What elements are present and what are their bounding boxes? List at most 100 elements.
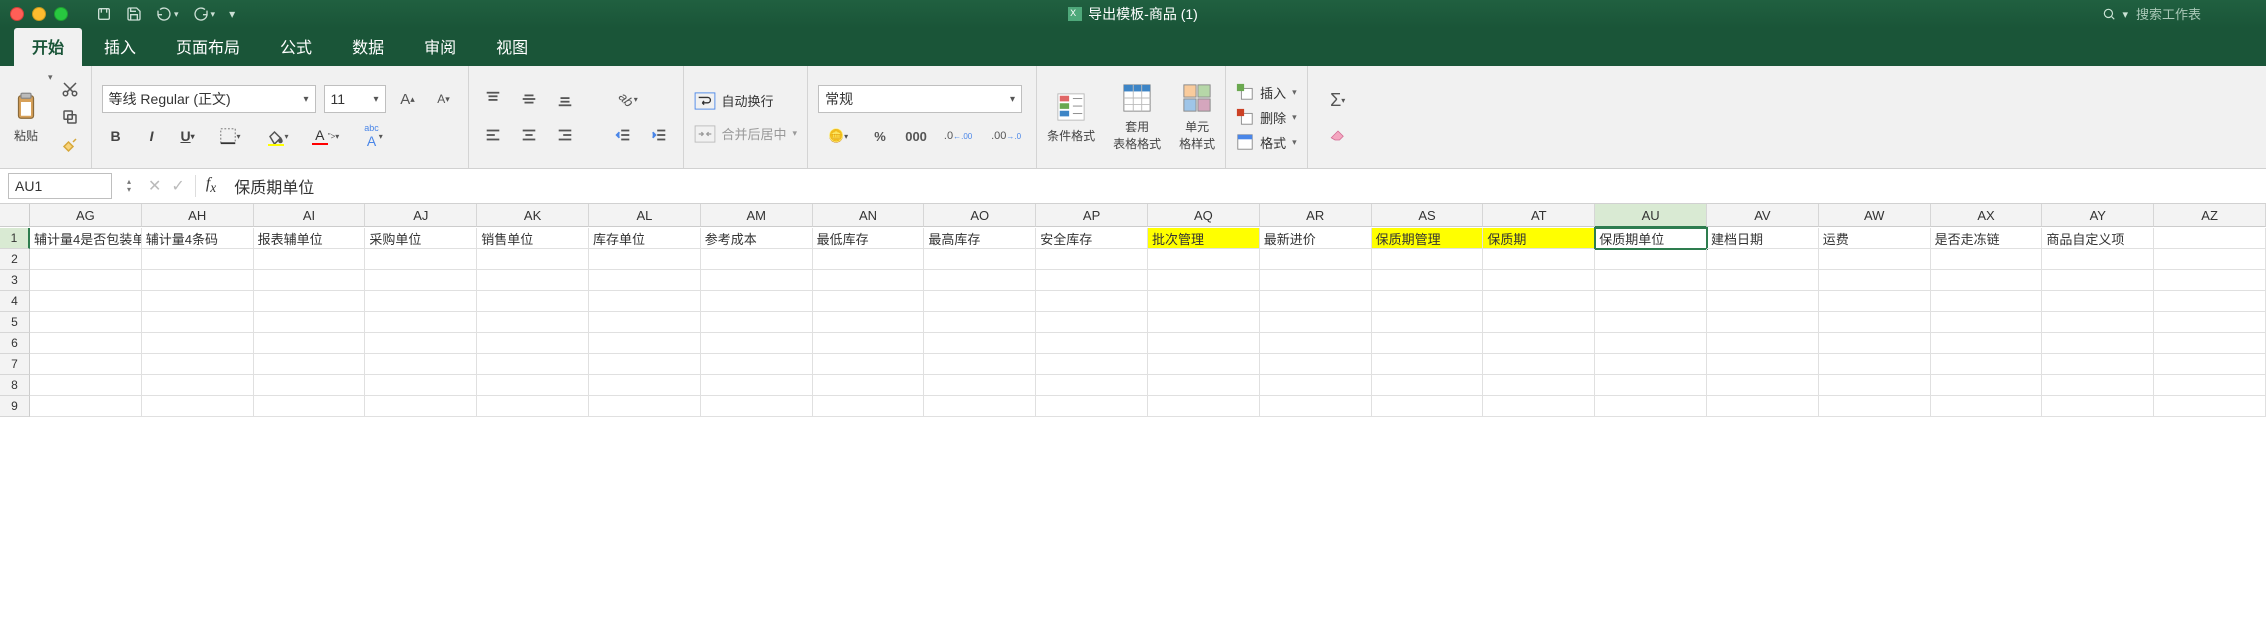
cell[interactable] bbox=[1036, 333, 1148, 354]
cell[interactable] bbox=[30, 270, 142, 291]
cell[interactable] bbox=[2154, 228, 2266, 249]
cell[interactable] bbox=[365, 249, 477, 270]
row-header[interactable]: 9 bbox=[0, 396, 30, 417]
insert-cells-button[interactable]: 插入 ▾ bbox=[1236, 83, 1297, 102]
decrease-font-button[interactable]: A▾ bbox=[430, 86, 458, 112]
cell[interactable]: 采购单位 bbox=[365, 228, 477, 249]
cell[interactable] bbox=[2042, 291, 2154, 312]
cell[interactable] bbox=[1372, 312, 1484, 333]
zoom-window-button[interactable] bbox=[54, 7, 68, 21]
column-header[interactable]: AK bbox=[477, 204, 589, 227]
row-header[interactable]: 4 bbox=[0, 291, 30, 312]
cell[interactable] bbox=[1372, 354, 1484, 375]
cell[interactable] bbox=[2154, 312, 2266, 333]
cell[interactable] bbox=[589, 270, 701, 291]
cell[interactable] bbox=[1931, 333, 2043, 354]
italic-button[interactable]: I bbox=[138, 123, 166, 149]
cell[interactable] bbox=[813, 333, 925, 354]
minimize-window-button[interactable] bbox=[32, 7, 46, 21]
cell[interactable]: 最低库存 bbox=[813, 228, 925, 249]
cell[interactable] bbox=[2042, 354, 2154, 375]
cell[interactable] bbox=[477, 312, 589, 333]
border-button[interactable]: ▾ bbox=[210, 123, 250, 149]
customize-qat-icon[interactable]: ▾ bbox=[229, 7, 235, 21]
cell[interactable] bbox=[589, 354, 701, 375]
cell[interactable] bbox=[30, 312, 142, 333]
cell[interactable] bbox=[1819, 333, 1931, 354]
cell[interactable] bbox=[142, 312, 254, 333]
cell[interactable] bbox=[701, 354, 813, 375]
cell[interactable] bbox=[142, 375, 254, 396]
cell[interactable] bbox=[813, 270, 925, 291]
cell[interactable] bbox=[142, 396, 254, 417]
cell-styles-button[interactable]: 单元 格样式 bbox=[1179, 82, 1215, 152]
cell[interactable] bbox=[1707, 375, 1819, 396]
percent-button[interactable]: % bbox=[866, 123, 894, 149]
cell[interactable] bbox=[924, 354, 1036, 375]
cell[interactable] bbox=[254, 354, 366, 375]
cell[interactable] bbox=[924, 312, 1036, 333]
cell[interactable] bbox=[2042, 375, 2154, 396]
delete-cells-button[interactable]: 删除 ▾ bbox=[1236, 108, 1297, 127]
cell[interactable] bbox=[1483, 375, 1595, 396]
cell[interactable] bbox=[924, 291, 1036, 312]
autosave-icon[interactable] bbox=[96, 6, 112, 22]
cell[interactable] bbox=[1707, 396, 1819, 417]
cell[interactable] bbox=[142, 354, 254, 375]
align-left-button[interactable] bbox=[479, 122, 507, 148]
select-all-corner[interactable] bbox=[0, 204, 30, 227]
cell[interactable] bbox=[589, 375, 701, 396]
column-header[interactable]: AU bbox=[1595, 204, 1707, 228]
cell[interactable] bbox=[813, 312, 925, 333]
column-header[interactable]: AJ bbox=[365, 204, 477, 227]
cell[interactable] bbox=[254, 312, 366, 333]
cell[interactable] bbox=[142, 270, 254, 291]
cell[interactable] bbox=[142, 249, 254, 270]
cell[interactable] bbox=[1931, 312, 2043, 333]
phonetic-guide-button[interactable]: abcA ▾ bbox=[354, 123, 394, 149]
wrap-text-button[interactable]: 自动换行 bbox=[694, 91, 798, 110]
row-header[interactable]: 7 bbox=[0, 354, 30, 375]
cell[interactable] bbox=[1931, 375, 2043, 396]
cell[interactable] bbox=[477, 354, 589, 375]
cell[interactable] bbox=[1372, 270, 1484, 291]
cell[interactable] bbox=[1931, 291, 2043, 312]
column-header[interactable]: AR bbox=[1260, 204, 1372, 227]
cell[interactable] bbox=[1036, 312, 1148, 333]
fill-color-button[interactable]: ▾ bbox=[258, 123, 298, 149]
cell[interactable] bbox=[254, 291, 366, 312]
cell[interactable] bbox=[2042, 396, 2154, 417]
column-header[interactable]: AY bbox=[2042, 204, 2154, 227]
cell[interactable] bbox=[365, 312, 477, 333]
row-header[interactable]: 2 bbox=[0, 249, 30, 270]
cell[interactable] bbox=[813, 375, 925, 396]
bold-button[interactable]: B bbox=[102, 123, 130, 149]
cell[interactable]: 是否走冻链 bbox=[1931, 228, 2043, 249]
column-header[interactable]: AM bbox=[701, 204, 813, 227]
column-header[interactable]: AX bbox=[1931, 204, 2043, 227]
cell[interactable] bbox=[365, 396, 477, 417]
close-window-button[interactable] bbox=[10, 7, 24, 21]
cell[interactable]: 保质期 bbox=[1483, 228, 1595, 249]
cell[interactable] bbox=[142, 333, 254, 354]
cell[interactable] bbox=[1595, 375, 1707, 396]
accept-formula-icon[interactable]: ✓ bbox=[171, 176, 184, 196]
cell[interactable] bbox=[813, 354, 925, 375]
cell[interactable] bbox=[924, 249, 1036, 270]
cell[interactable] bbox=[1036, 354, 1148, 375]
name-box[interactable]: AU1 bbox=[8, 173, 112, 199]
cell[interactable] bbox=[1595, 270, 1707, 291]
cell[interactable] bbox=[477, 396, 589, 417]
cell[interactable] bbox=[254, 270, 366, 291]
cell[interactable] bbox=[1372, 396, 1484, 417]
paste-dropdown-icon[interactable]: ▾ bbox=[48, 72, 53, 83]
cell[interactable] bbox=[1931, 354, 2043, 375]
cell[interactable] bbox=[1707, 333, 1819, 354]
cut-icon[interactable] bbox=[59, 78, 81, 100]
cell[interactable] bbox=[30, 375, 142, 396]
cell[interactable] bbox=[30, 291, 142, 312]
cell[interactable]: 商品自定义项 bbox=[2042, 228, 2154, 249]
undo-icon[interactable]: ▾ bbox=[156, 6, 179, 22]
cell[interactable]: 保质期管理 bbox=[1372, 228, 1484, 249]
cell[interactable] bbox=[1036, 270, 1148, 291]
